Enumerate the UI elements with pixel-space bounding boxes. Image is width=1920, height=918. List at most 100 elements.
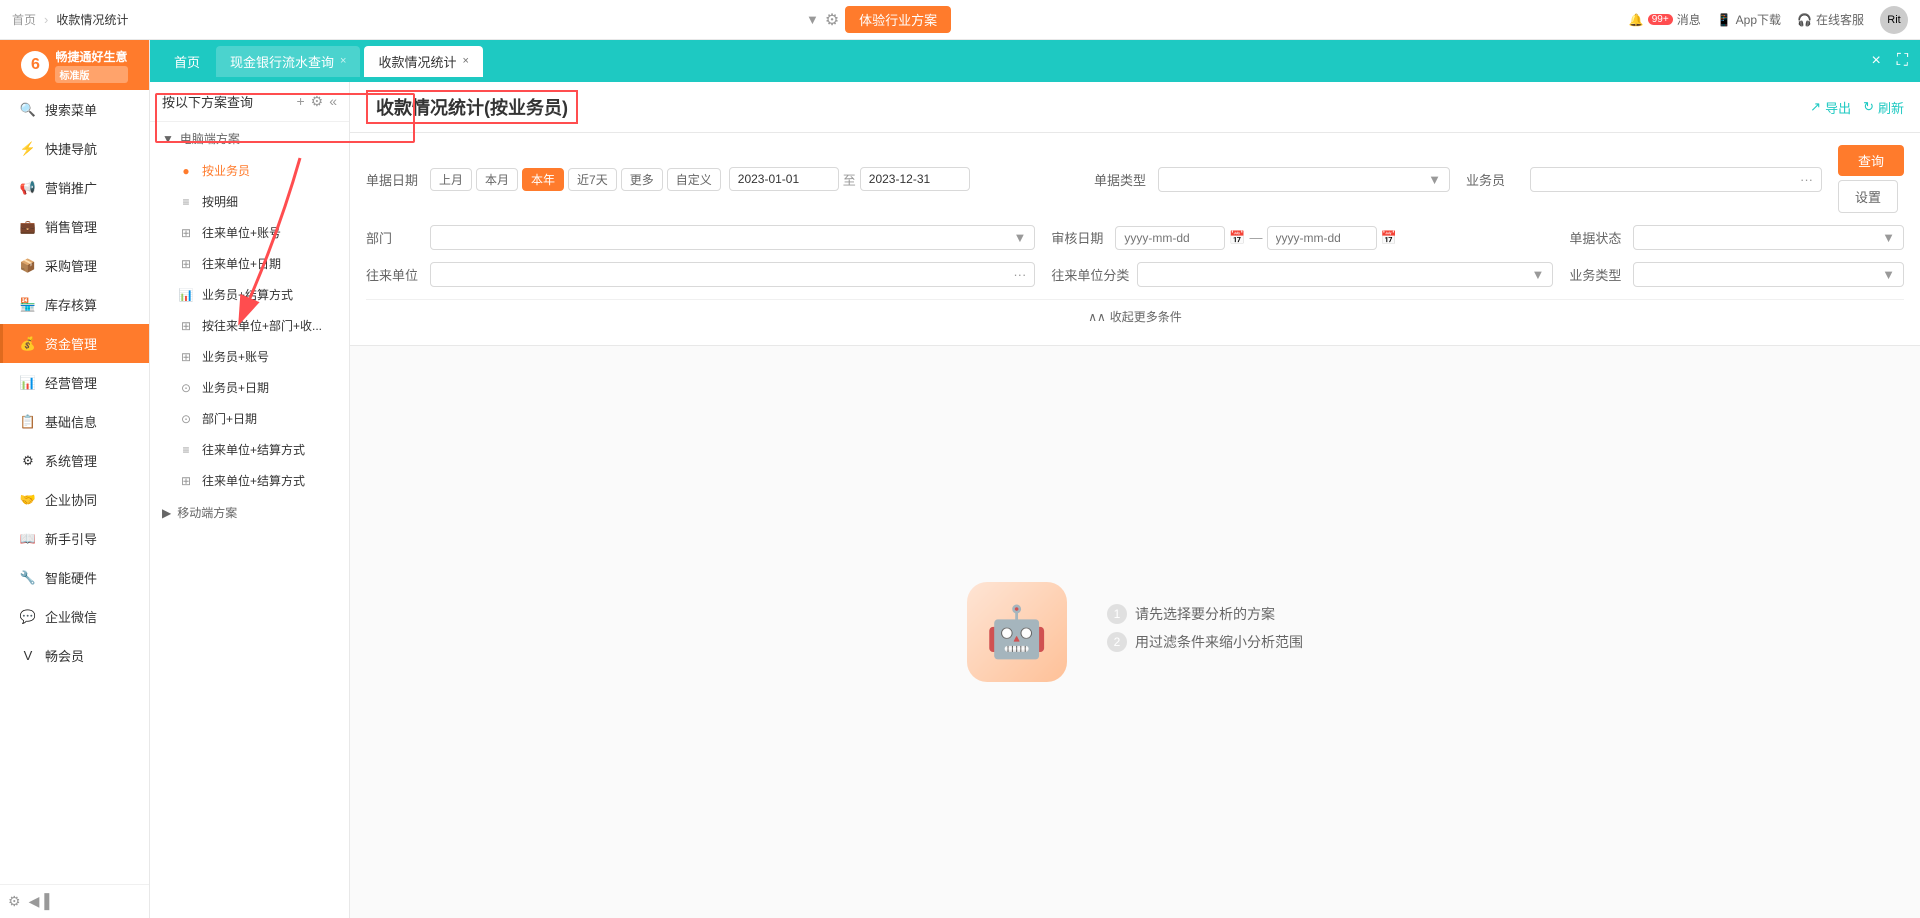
biz-type-arrow: ▼ (1882, 267, 1895, 282)
scheme-label-salesman-account: 业务员+账号 (202, 348, 269, 365)
scheme-item-unit-date[interactable]: ⊞ 往来单位+日期 (150, 248, 349, 279)
tab-home[interactable]: 首页 (158, 44, 216, 79)
sidebar-item-marketing[interactable]: 📢 营销推广 (0, 168, 149, 207)
step-num-1: 1 (1107, 604, 1127, 624)
btn-7days[interactable]: 近7天 (568, 168, 617, 191)
sidebar-item-inventory[interactable]: 🏪 库存核算 (0, 285, 149, 324)
trial-btn[interactable]: 体验行业方案 (845, 6, 951, 33)
collapse-sidebar-btn[interactable]: ◀▐ (29, 893, 50, 910)
sidebar-item-basic[interactable]: 📋 基础信息 (0, 402, 149, 441)
btn-more-dates[interactable]: 更多 (621, 168, 663, 191)
nav-label-wechat: 企业微信 (45, 607, 97, 626)
scheme-icon-unit-dept: ⊞ (178, 319, 194, 333)
empty-steps: 1 请先选择要分析的方案 2 用过滤条件来缩小分析范围 (1107, 604, 1303, 660)
left-panel: 按以下方案查询 + ⚙ « ▼ 电脑端方案 ● 按业务员 (150, 82, 350, 918)
sidebar-item-member[interactable]: V 畅会员 (0, 636, 149, 675)
biz-type-dropdown[interactable]: ▼ (1633, 262, 1904, 287)
download-icon: 📱 (1717, 13, 1732, 27)
desktop-scheme-group[interactable]: ▼ 电脑端方案 (150, 122, 349, 155)
tab-receipt-close[interactable]: × (462, 55, 468, 67)
sidebar-item-operations[interactable]: 📊 经营管理 (0, 363, 149, 402)
tab-home-label: 首页 (174, 55, 200, 70)
top-bar-right: 🔔 99+ 消息 📱 App下载 🎧 在线客服 Rit (1629, 6, 1908, 34)
dropdown-arrow[interactable]: ▼ (806, 12, 819, 27)
scheme-item-unit-account[interactable]: ⊞ 往来单位+账号 (150, 217, 349, 248)
filter-row-2: 部门 ▼ 审核日期 📅 — (366, 225, 1904, 250)
scheme-item-unit-dept[interactable]: ⊞ 按往来单位+部门+收... (150, 310, 349, 341)
date-from-input[interactable] (729, 167, 839, 191)
refresh-btn[interactable]: ↻ 刷新 (1863, 98, 1904, 117)
nav-label-marketing: 营销推广 (45, 178, 97, 197)
sidebar-item-search[interactable]: 🔍 搜索菜单 (0, 90, 149, 129)
scheme-item-salesman-date[interactable]: ⊙ 业务员+日期 (150, 372, 349, 403)
scheme-list: ▼ 电脑端方案 ● 按业务员 ≡ 按明细 ⊞ 往来单位+账号 (150, 122, 349, 918)
scheme-item-salesman-settle[interactable]: 📊 业务员+结算方式 (150, 279, 349, 310)
date-to-input[interactable] (860, 167, 970, 191)
nav-label-basic: 基础信息 (45, 412, 97, 431)
dept-dropdown[interactable]: ▼ (430, 225, 1035, 250)
right-content: 收款情况统计(按业务员) ↗ 导出 ↻ 刷新 (350, 82, 1920, 918)
user-avatar[interactable]: Rit (1880, 6, 1908, 34)
online-service-btn[interactable]: 🎧 在线客服 (1797, 11, 1864, 28)
breadcrumb: 首页 (12, 11, 36, 28)
btn-custom-date[interactable]: 自定义 (667, 168, 721, 191)
counterpart-category-dropdown[interactable]: ▼ (1137, 262, 1553, 287)
btn-last-month[interactable]: 上月 (430, 168, 472, 191)
breadcrumb-separator: › (44, 12, 48, 27)
scheme-item-salesman-account[interactable]: ⊞ 业务员+账号 (150, 341, 349, 372)
counterpart-dropdown[interactable]: ··· (430, 262, 1035, 287)
mobile-scheme-group[interactable]: ▶ 移动端方案 (150, 496, 349, 529)
scheme-item-dept-date[interactable]: ⊙ 部门+日期 (150, 403, 349, 434)
wechat-icon: 💬 (19, 609, 37, 625)
tab-close-all[interactable]: × (1867, 48, 1884, 74)
voucher-type-dropdown[interactable]: ▼ (1158, 167, 1450, 192)
nav-label-finance: 资金管理 (45, 334, 97, 353)
nav-label-quicknav: 快捷导航 (45, 139, 97, 158)
sidebar-item-purchase[interactable]: 📦 采购管理 (0, 246, 149, 285)
collapse-panel-btn[interactable]: « (329, 93, 337, 110)
salesman-dropdown[interactable]: ··· (1530, 167, 1822, 192)
sidebar-item-finance[interactable]: 💰 资金管理 (0, 324, 149, 363)
hardware-icon: 🔧 (19, 570, 37, 586)
tab-bank-flow[interactable]: 现金银行流水查询 × (216, 46, 360, 77)
sidebar-item-sales[interactable]: 💼 销售管理 (0, 207, 149, 246)
tab-maximize[interactable]: ⛶ (1893, 48, 1912, 74)
voucher-status-dropdown[interactable]: ▼ (1633, 225, 1904, 250)
review-date-to[interactable] (1267, 226, 1377, 250)
review-date-from[interactable] (1115, 226, 1225, 250)
calendar-from-icon[interactable]: 📅 (1229, 230, 1245, 246)
scheme-icon-salesman-settle: 📊 (178, 288, 194, 302)
tab-receipt-stats[interactable]: 收款情况统计 × (364, 46, 482, 77)
app-download-btn[interactable]: 📱 App下载 (1717, 11, 1781, 28)
nav-label-purchase: 采购管理 (45, 256, 97, 275)
scheme-icon-unit-account: ⊞ (178, 226, 194, 240)
sidebar-item-hardware[interactable]: 🔧 智能硬件 (0, 558, 149, 597)
export-btn[interactable]: ↗ 导出 (1810, 98, 1851, 117)
calendar-to-icon[interactable]: 📅 (1381, 230, 1397, 246)
btn-this-year[interactable]: 本年 (522, 168, 564, 191)
scheme-settings-btn[interactable]: ⚙ (311, 93, 324, 110)
scheme-item-unit-settle2[interactable]: ⊞ 往来单位+结算方式 (150, 465, 349, 496)
scheme-item-salesman[interactable]: ● 按业务员 (150, 155, 349, 186)
scheme-item-unit-settle1[interactable]: ≡ 往来单位+结算方式 (150, 434, 349, 465)
guide-icon: 📖 (19, 531, 37, 547)
scheme-label-unit-settle1: 往来单位+结算方式 (202, 441, 305, 458)
refresh-label: 刷新 (1878, 98, 1904, 117)
query-btn[interactable]: 查询 (1838, 145, 1904, 176)
sidebar-item-guide[interactable]: 📖 新手引导 (0, 519, 149, 558)
sidebar-item-quicknav[interactable]: ⚡ 快捷导航 (0, 129, 149, 168)
collapse-filter-btn[interactable]: ∧∧ 收起更多条件 (366, 299, 1904, 333)
settings-gear[interactable]: ⚙ (825, 10, 839, 30)
step-2-text: 用过滤条件来缩小分析范围 (1135, 632, 1303, 652)
settings-btn[interactable]: ⚙ (8, 893, 21, 910)
tab-bank-close[interactable]: × (340, 55, 346, 67)
btn-this-month[interactable]: 本月 (476, 168, 518, 191)
notification-btn[interactable]: 🔔 99+ 消息 (1629, 11, 1701, 28)
settings-filter-btn[interactable]: 设置 (1838, 180, 1898, 213)
sidebar-item-collab[interactable]: 🤝 企业协同 (0, 480, 149, 519)
scheme-item-detail[interactable]: ≡ 按明细 (150, 186, 349, 217)
sidebar-item-system[interactable]: ⚙ 系统管理 (0, 441, 149, 480)
sidebar-item-wechat[interactable]: 💬 企业微信 (0, 597, 149, 636)
add-scheme-btn[interactable]: + (296, 93, 304, 110)
scheme-icon-salesman-date: ⊙ (178, 381, 194, 395)
